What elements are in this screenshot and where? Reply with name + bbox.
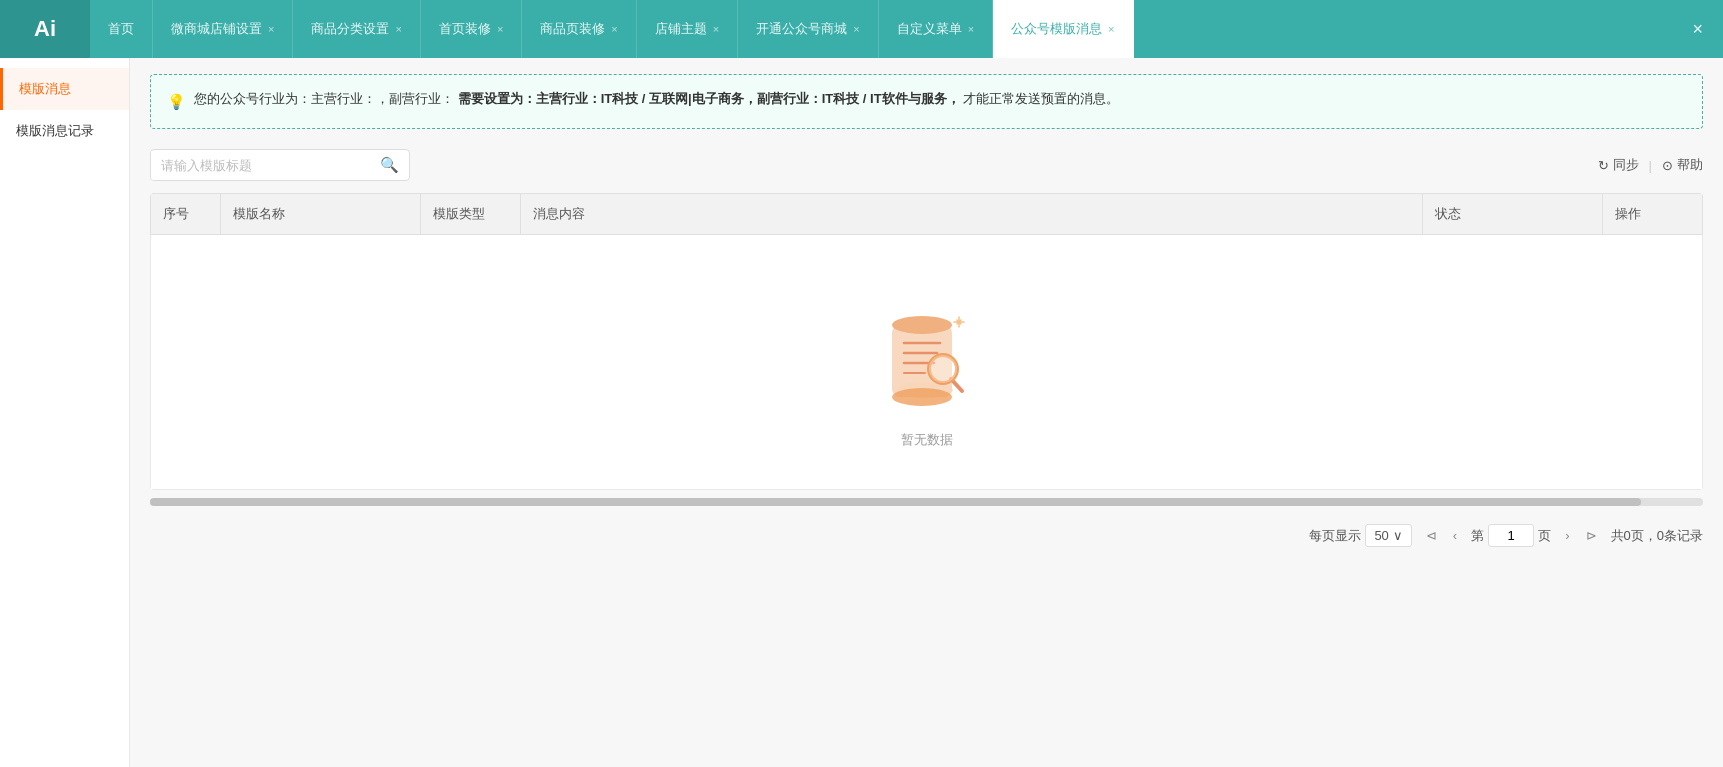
horizontal-scrollbar[interactable]	[150, 498, 1703, 506]
top-nav: Ai 首页 微商城店铺设置 × 商品分类设置 × 首页装修 × 商品页装修 × …	[0, 0, 1723, 58]
tab-close-category[interactable]: ×	[395, 23, 401, 35]
empty-state: 暂无数据	[151, 235, 1702, 489]
total-text: 共0页，0条记录	[1611, 527, 1703, 545]
pagination-buttons: ⊲ ‹	[1420, 526, 1463, 545]
tab-open-mall[interactable]: 开通公众号商城 ×	[738, 0, 878, 58]
search-button[interactable]: 🔍	[370, 150, 409, 180]
content-area: 💡 您的公众号行业为：主营行业：，副营行业： 需要设置为：主营行业：IT科技 /…	[130, 58, 1723, 767]
tab-shop-settings[interactable]: 微商城店铺设置 ×	[153, 0, 293, 58]
tab-close-template[interactable]: ×	[1108, 23, 1114, 35]
table-empty-row: 暂无数据	[151, 235, 1703, 490]
table-header: 序号 模版名称 模版类型 消息内容 状态 操作	[151, 194, 1703, 235]
per-page-select: 每页显示 50 ∨	[1309, 524, 1411, 547]
scrollbar-thumb[interactable]	[150, 498, 1641, 506]
col-header-type: 模版类型	[421, 194, 521, 235]
search-row: 🔍 ↻ 同步 | ⊙ 帮助	[150, 149, 1703, 181]
search-box: 🔍	[150, 149, 410, 181]
tab-homepage-decor[interactable]: 首页装修 ×	[421, 0, 522, 58]
svg-point-2	[892, 316, 952, 334]
empty-text: 暂无数据	[151, 431, 1702, 449]
page-input-box: 第 1 页	[1471, 524, 1551, 547]
app-logo: Ai	[0, 0, 90, 58]
help-icon: ⊙	[1662, 158, 1673, 173]
svg-point-3	[892, 388, 952, 406]
search-icon: 🔍	[380, 156, 399, 173]
sidebar: 模版消息 模版消息记录	[0, 58, 130, 767]
col-header-content: 消息内容	[521, 194, 1423, 235]
toolbar-right: ↻ 同步 | ⊙ 帮助	[1598, 156, 1703, 174]
col-header-name: 模版名称	[221, 194, 421, 235]
pagination-buttons-next: › ⊳	[1559, 526, 1602, 545]
col-header-seq: 序号	[151, 194, 221, 235]
empty-icon	[867, 295, 987, 415]
tab-product-decor[interactable]: 商品页装修 ×	[522, 0, 636, 58]
tab-custom-menu[interactable]: 自定义菜单 ×	[879, 0, 993, 58]
sync-icon: ↻	[1598, 158, 1609, 173]
page-prev-button[interactable]: ‹	[1447, 526, 1463, 545]
pagination-row: 每页显示 50 ∨ ⊲ ‹ 第 1 页 › ⊳ 共0页，0条记录	[150, 514, 1703, 551]
sync-button[interactable]: ↻ 同步	[1598, 156, 1639, 174]
tab-home[interactable]: 首页	[90, 0, 153, 58]
search-input[interactable]	[151, 151, 370, 180]
tab-close-theme[interactable]: ×	[713, 23, 719, 35]
global-close-button[interactable]: ×	[1672, 19, 1723, 40]
page-last-button[interactable]: ⊳	[1580, 526, 1603, 545]
page-next-button[interactable]: ›	[1559, 526, 1575, 545]
sidebar-item-template-msg[interactable]: 模版消息	[0, 68, 129, 110]
sidebar-item-template-msg-log[interactable]: 模版消息记录	[0, 110, 129, 152]
notice-box: 💡 您的公众号行业为：主营行业：，副营行业： 需要设置为：主营行业：IT科技 /…	[150, 74, 1703, 129]
tab-close-homepage[interactable]: ×	[497, 23, 503, 35]
col-header-action: 操作	[1603, 194, 1703, 235]
tab-template-msg[interactable]: 公众号模版消息 ×	[993, 0, 1133, 58]
col-header-status: 状态	[1423, 194, 1603, 235]
page-first-button[interactable]: ⊲	[1420, 526, 1443, 545]
tab-close-mall[interactable]: ×	[853, 23, 859, 35]
notice-text: 您的公众号行业为：主营行业：，副营行业： 需要设置为：主营行业：IT科技 / 互…	[194, 89, 1686, 110]
help-button[interactable]: ⊙ 帮助	[1662, 156, 1703, 174]
tab-close-shop-settings[interactable]: ×	[268, 23, 274, 35]
dropdown-chevron-icon: ∨	[1393, 528, 1403, 543]
tab-category-settings[interactable]: 商品分类设置 ×	[293, 0, 420, 58]
tab-close-custommenu[interactable]: ×	[968, 23, 974, 35]
tab-shop-theme[interactable]: 店铺主题 ×	[637, 0, 738, 58]
main-layout: 模版消息 模版消息记录 💡 您的公众号行业为：主营行业：，副营行业： 需要设置为…	[0, 58, 1723, 767]
page-number-input[interactable]: 1	[1488, 524, 1534, 547]
data-table: 序号 模版名称 模版类型 消息内容 状态 操作	[150, 193, 1703, 490]
svg-point-10	[929, 355, 957, 383]
nav-tabs: 首页 微商城店铺设置 × 商品分类设置 × 首页装修 × 商品页装修 × 店铺主…	[90, 0, 1672, 58]
bulb-icon: 💡	[167, 90, 186, 114]
per-page-dropdown[interactable]: 50 ∨	[1365, 524, 1411, 547]
table-body: 暂无数据	[151, 235, 1703, 490]
toolbar-divider: |	[1649, 158, 1652, 173]
tab-close-product[interactable]: ×	[611, 23, 617, 35]
